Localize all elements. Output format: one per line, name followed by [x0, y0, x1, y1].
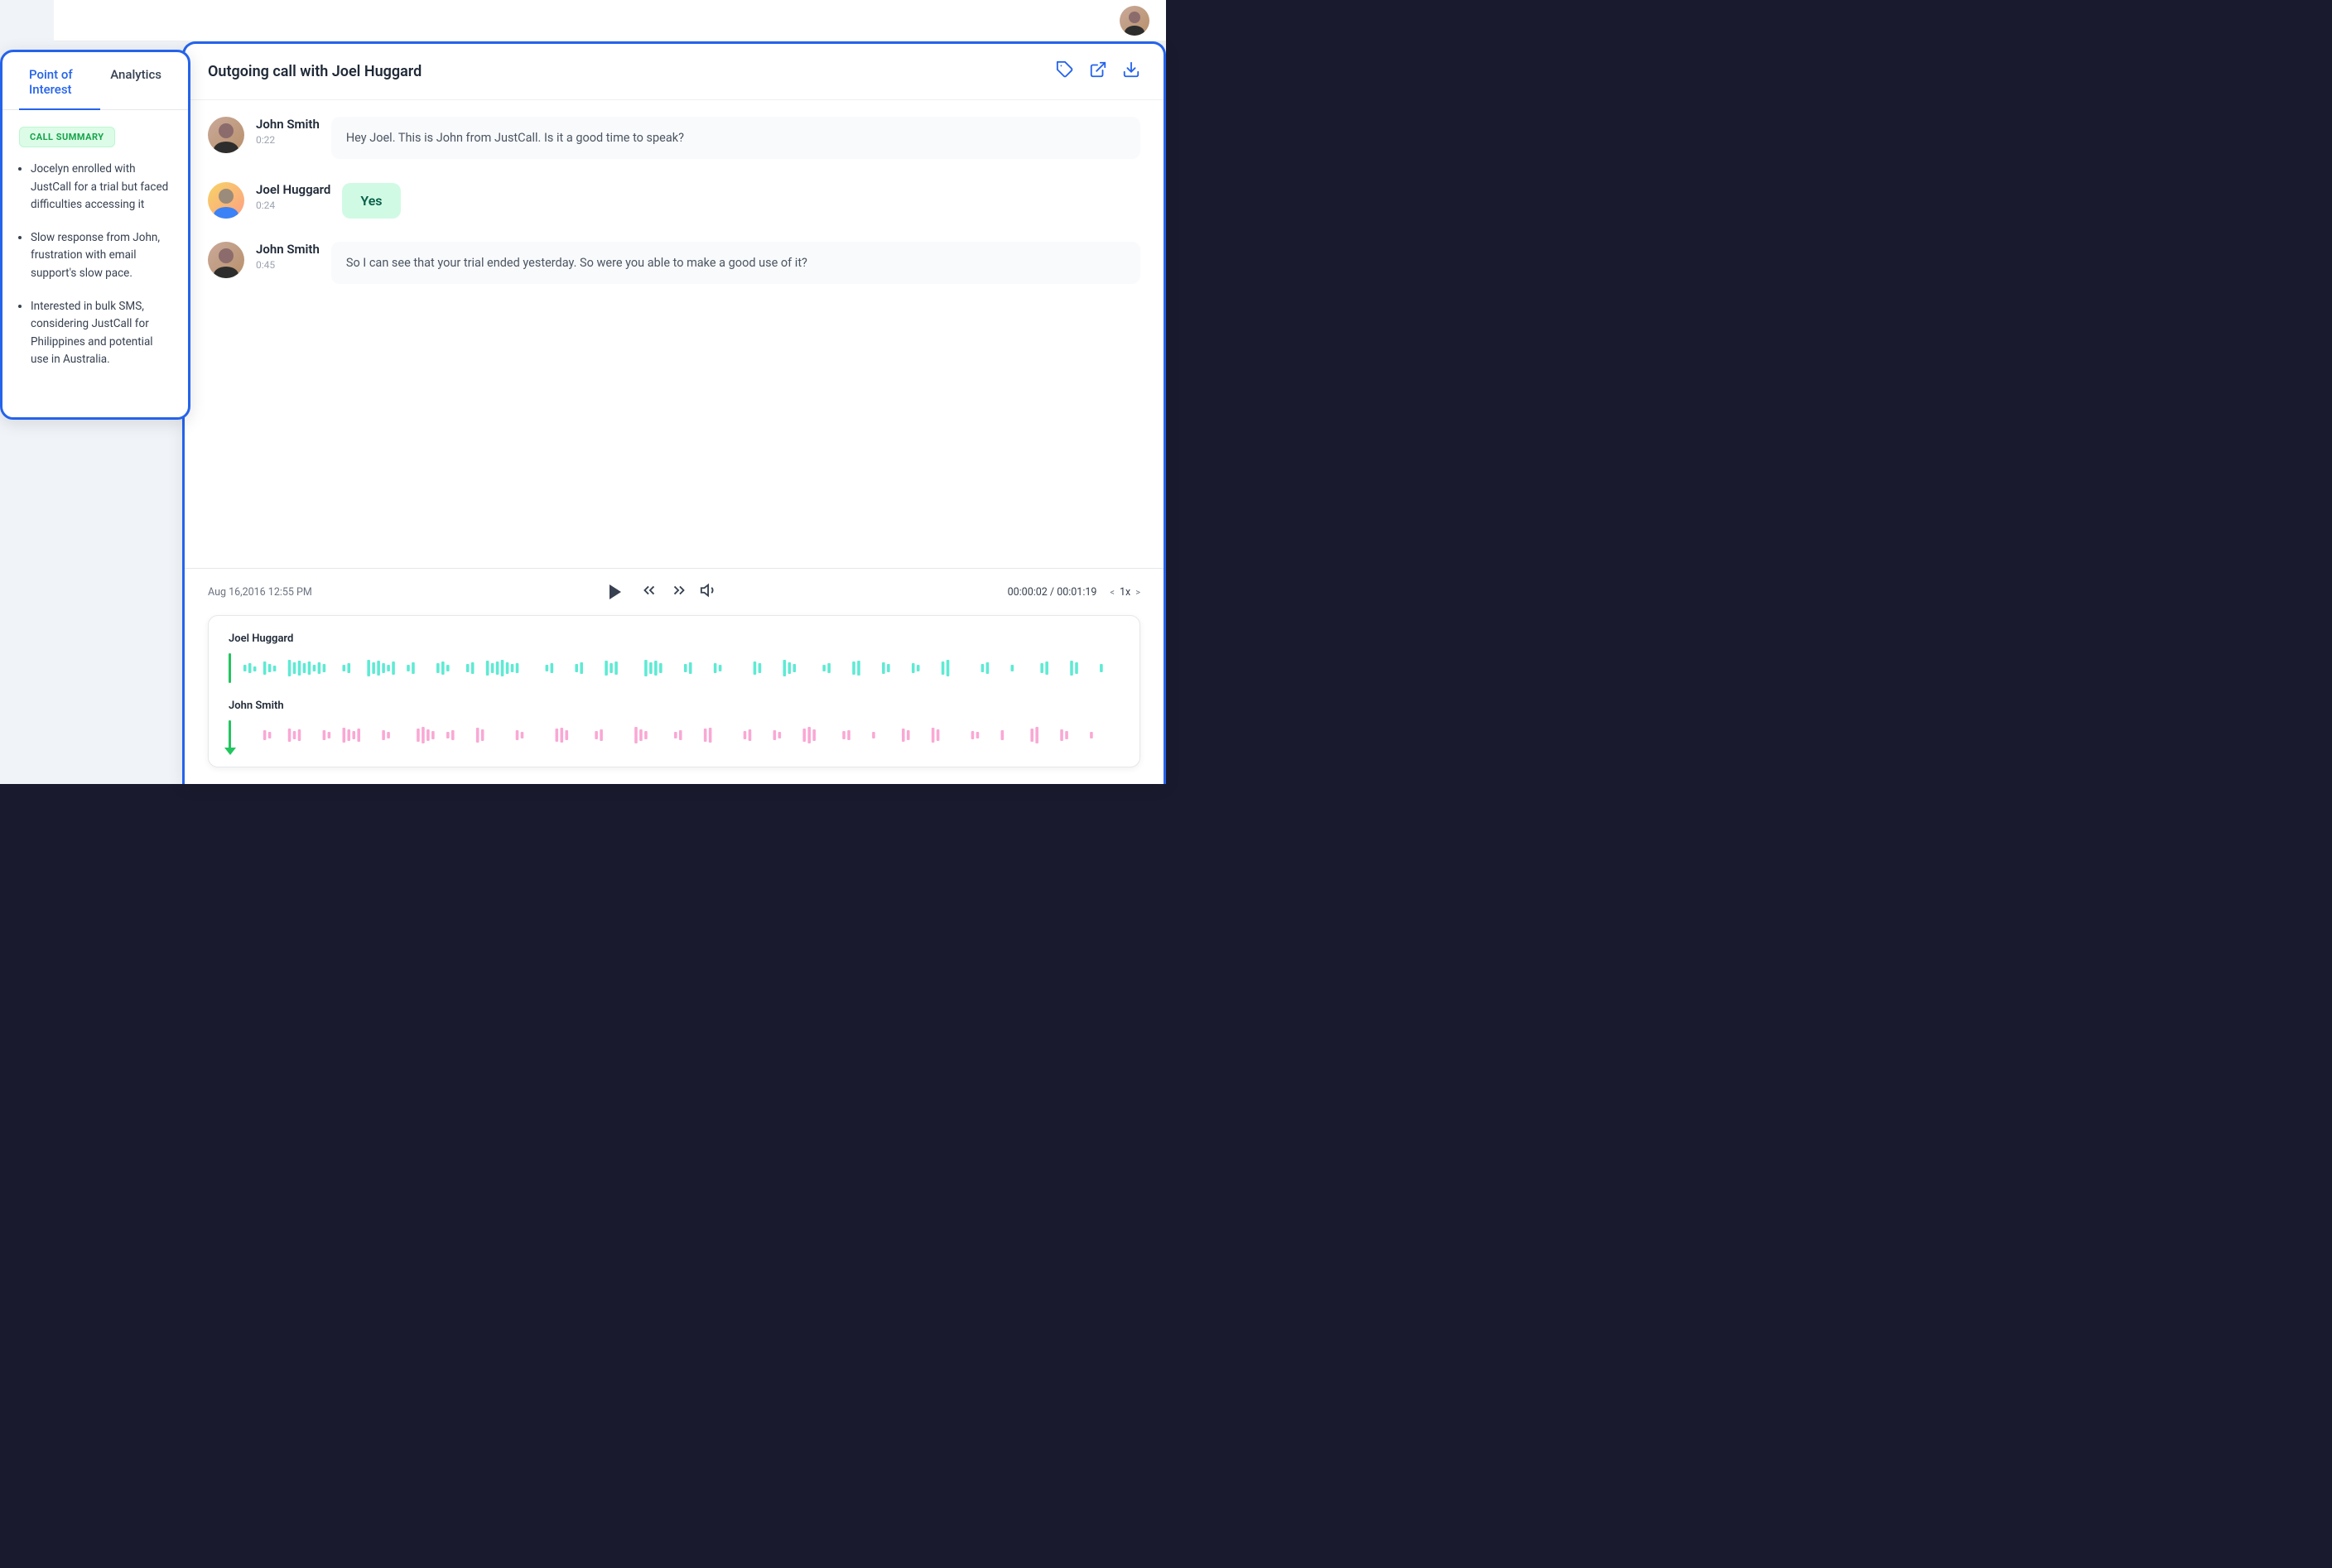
msg-time-1: 0:22 — [256, 134, 320, 146]
msg-meta-2: Joel Huggard 0:24 — [256, 182, 330, 211]
player-controls — [325, 579, 995, 605]
call-title: Outgoing call with Joel Huggard — [208, 63, 422, 80]
msg-name-3: John Smith — [256, 242, 320, 257]
avatar-joel — [208, 182, 244, 219]
right-panel: Outgoing call with Joel Huggard — [182, 41, 1166, 784]
avatar[interactable] — [1120, 6, 1149, 36]
msg-time-3: 0:45 — [256, 259, 320, 271]
tab-point-of-interest[interactable]: Point of Interest — [19, 52, 100, 110]
summary-list: Jocelyn enrolled with JustCall for a tri… — [14, 161, 188, 369]
msg-time-2: 0:24 — [256, 200, 330, 211]
player-date: Aug 16,2016 12:55 PM — [208, 586, 312, 599]
player-bar: Aug 16,2016 12:55 PM — [185, 568, 1164, 615]
speed-next[interactable]: > — [1135, 587, 1140, 598]
avatar-john-1 — [208, 117, 244, 153]
tab-analytics[interactable]: Analytics — [100, 52, 171, 110]
waveform-name-joel: Joel Huggard — [229, 632, 1120, 645]
msg-name-2: Joel Huggard — [256, 182, 330, 197]
waveform-joel-svg — [229, 653, 1120, 683]
msg-bubble-yes: Yes — [342, 183, 400, 219]
call-summary-badge: CALL SUMMARY — [19, 127, 115, 147]
fastforward-button[interactable] — [670, 581, 688, 603]
speed-value: 1x — [1120, 586, 1130, 599]
summary-item-3: Interested in bulk SMS, considering Just… — [31, 298, 171, 369]
waveform-track-joel: Joel Huggard — [229, 632, 1120, 683]
left-panel: Point of Interest Analytics CALL SUMMARY… — [0, 50, 190, 420]
waveform-position-indicator — [229, 653, 231, 683]
message-row-3: John Smith 0:45 So I can see that your t… — [208, 242, 1140, 284]
msg-name-1: John Smith — [256, 117, 320, 132]
tag-icon[interactable] — [1056, 60, 1074, 83]
msg-meta-3: John Smith 0:45 — [256, 242, 320, 271]
volume-button[interactable] — [700, 581, 718, 603]
rewind-button[interactable] — [640, 581, 658, 603]
msg-content-3: So I can see that your trial ended yeste… — [331, 242, 1140, 284]
tab-bar: Point of Interest Analytics — [2, 52, 188, 110]
waveform-panel: Joel Huggard — [208, 615, 1140, 767]
avatar-john-2 — [208, 242, 244, 278]
share-icon[interactable] — [1089, 60, 1107, 83]
waveform-name-john: John Smith — [229, 700, 1120, 712]
msg-content-1: Hey Joel. This is John from JustCall. Is… — [331, 117, 1140, 159]
call-header: Outgoing call with Joel Huggard — [185, 44, 1164, 100]
player-speed: < 1x > — [1110, 586, 1140, 599]
player-time: 00:00:02 / 00:01:19 — [1008, 586, 1097, 599]
message-row-1: John Smith 0:22 Hey Joel. This is John f… — [208, 117, 1140, 159]
download-icon[interactable] — [1122, 60, 1140, 83]
top-bar — [54, 0, 1166, 41]
summary-item-2: Slow response from John, frustration wit… — [31, 229, 171, 283]
message-row-2: Joel Huggard 0:24 Yes — [208, 182, 1140, 219]
messages-area: John Smith 0:22 Hey Joel. This is John f… — [185, 100, 1164, 568]
waveform-track-john: John Smith — [229, 700, 1120, 750]
speed-prev[interactable]: < — [1110, 587, 1115, 598]
msg-meta-1: John Smith 0:22 — [256, 117, 320, 146]
header-actions — [1056, 60, 1140, 83]
play-button[interactable] — [602, 579, 629, 605]
waveform-john-svg — [229, 720, 1120, 750]
summary-item-1: Jocelyn enrolled with JustCall for a tri… — [31, 161, 171, 214]
